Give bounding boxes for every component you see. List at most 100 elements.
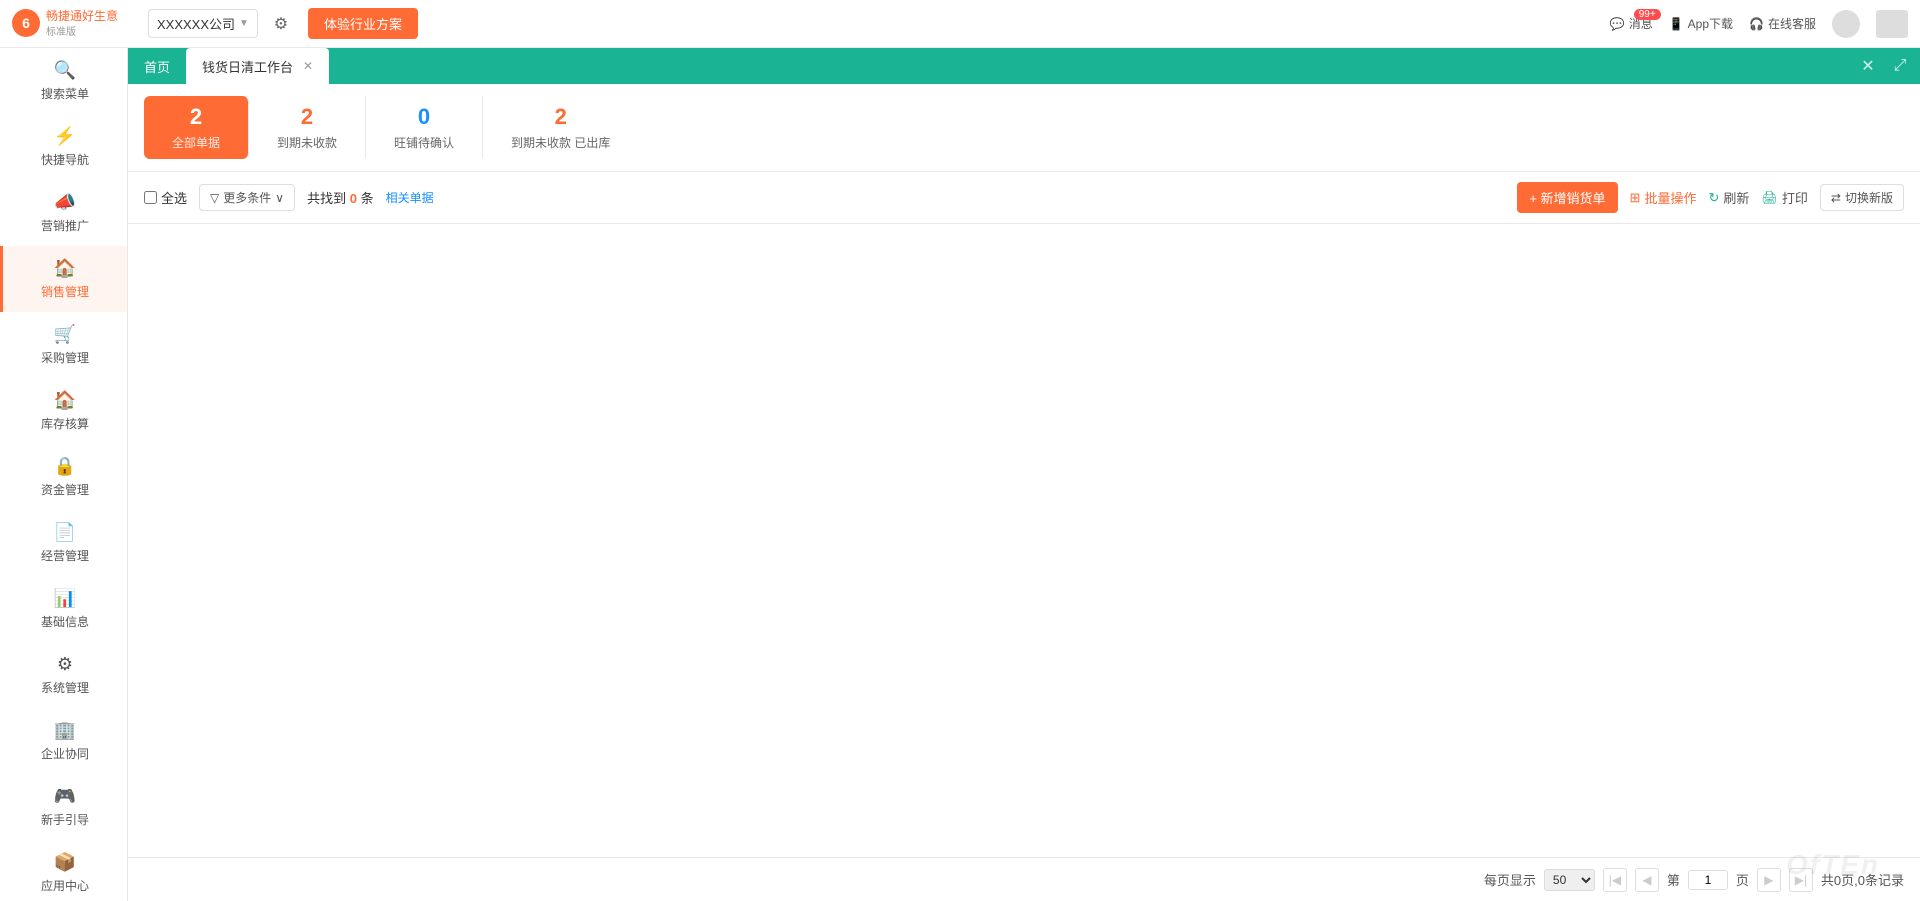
sidebar-item-enterprise[interactable]: 🏢 企业协同 bbox=[0, 708, 127, 774]
enterprise-sidebar-icon: 🏢 bbox=[54, 720, 76, 741]
select-all-label: 全选 bbox=[161, 188, 187, 207]
print-icon: 🖨 bbox=[1761, 190, 1778, 206]
service-icon: 🎧 bbox=[1749, 17, 1764, 31]
new-sales-order-button[interactable]: + 新增销货单 bbox=[1517, 182, 1617, 213]
total-records-label: 共0页,0条记录 bbox=[1821, 870, 1904, 889]
batch-operation-button[interactable]: ⊞ 批量操作 bbox=[1630, 188, 1697, 207]
system-sidebar-label: 系统管理 bbox=[41, 679, 89, 696]
sidebar-item-operation[interactable]: 📄 经营管理 bbox=[0, 510, 127, 576]
shortcut-sidebar-icon: ⚡ bbox=[54, 126, 76, 147]
top-right-actions: 💬 消息 99+ 📱 App下载 🎧 在线客服 bbox=[1610, 10, 1908, 38]
tab-close-icon[interactable]: ✕ bbox=[303, 59, 313, 73]
sidebar-item-search[interactable]: 🔍 搜索菜单 bbox=[0, 48, 127, 114]
tab-maximize-button[interactable]: ⤢ bbox=[1888, 54, 1912, 78]
next-page-button[interactable]: ▶ bbox=[1757, 868, 1781, 892]
guide-sidebar-label: 新手引导 bbox=[41, 811, 89, 828]
stat-number-pending: 0 bbox=[418, 104, 430, 130]
sidebar-item-appstore[interactable]: 📦 应用中心 bbox=[0, 840, 127, 901]
filter-button[interactable]: ▽ 更多条件 ∨ bbox=[199, 184, 295, 211]
logo-area: 6 畅捷通好生意 标准版 bbox=[12, 9, 140, 38]
trial-button[interactable]: 体验行业方案 bbox=[308, 8, 418, 39]
sidebar-item-inventory[interactable]: 🏠 库存核算 bbox=[0, 378, 127, 444]
select-all-input[interactable] bbox=[144, 191, 157, 204]
stat-card-overdue-shipped[interactable]: 2 到期未收款 已出库 bbox=[483, 96, 638, 159]
user-menu-button[interactable] bbox=[1876, 10, 1908, 38]
sidebar-item-system[interactable]: ⚙ 系统管理 bbox=[0, 642, 127, 708]
table-empty-area bbox=[128, 224, 1920, 857]
toolbar: 全选 ▽ 更多条件 ∨ 共找到 0 条 相关单据 + 新增销货单 ⊞ 批量操作 … bbox=[128, 172, 1920, 224]
refresh-label: 刷新 bbox=[1723, 188, 1749, 207]
app-download-label: App下载 bbox=[1688, 15, 1733, 32]
inventory-sidebar-icon: 🏠 bbox=[54, 390, 76, 411]
select-all-checkbox[interactable]: 全选 bbox=[144, 188, 187, 207]
tabs-bar-right: ✕ ⤢ bbox=[1856, 54, 1920, 78]
sidebar-item-finance[interactable]: 🔒 资金管理 bbox=[0, 444, 127, 510]
stat-card-overdue[interactable]: 2 到期未收款 bbox=[249, 96, 366, 159]
stat-card-all[interactable]: 2 全部单据 bbox=[144, 96, 249, 159]
basic-sidebar-label: 基础信息 bbox=[41, 613, 89, 630]
pagination-bar: 每页显示 50 20 100 |◀ ◀ 第 页 ▶ ▶| 共0页,0条记录 bbox=[128, 857, 1920, 901]
related-documents-link[interactable]: 相关单据 bbox=[386, 189, 434, 206]
company-name: XXXXXX公司 bbox=[157, 14, 235, 33]
tab-work[interactable]: 钱货日清工作台 ✕ bbox=[186, 48, 329, 84]
company-selector[interactable]: XXXXXX公司 ▼ bbox=[148, 9, 258, 38]
stat-number-all: 2 bbox=[190, 104, 202, 130]
found-count: 0 bbox=[350, 191, 357, 206]
purchase-sidebar-label: 采购管理 bbox=[41, 349, 89, 366]
guide-sidebar-icon: 🎮 bbox=[54, 786, 76, 807]
sidebar-item-purchase[interactable]: 🛒 采购管理 bbox=[0, 312, 127, 378]
message-button[interactable]: 💬 消息 99+ bbox=[1610, 15, 1653, 32]
sidebar-item-marketing[interactable]: 📣 营销推广 bbox=[0, 180, 127, 246]
finance-sidebar-icon: 🔒 bbox=[54, 456, 76, 477]
operation-sidebar-label: 经营管理 bbox=[41, 547, 89, 564]
app-name-area: 畅捷通好生意 标准版 bbox=[46, 9, 118, 38]
sidebar-item-guide[interactable]: 🎮 新手引导 bbox=[0, 774, 127, 840]
first-page-button[interactable]: |◀ bbox=[1603, 868, 1627, 892]
inventory-sidebar-label: 库存核算 bbox=[41, 415, 89, 432]
switch-label: 切换新版 bbox=[1845, 189, 1893, 206]
sidebar-item-shortcut[interactable]: ⚡ 快捷导航 bbox=[0, 114, 127, 180]
marketing-sidebar-label: 营销推广 bbox=[41, 217, 89, 234]
finance-sidebar-label: 资金管理 bbox=[41, 481, 89, 498]
stat-card-pending[interactable]: 0 旺铺待确认 bbox=[366, 96, 483, 159]
sales-sidebar-icon: 🏠 bbox=[54, 258, 76, 279]
app-name: 畅捷通好生意 bbox=[46, 9, 118, 23]
sidebar: 🔍 搜索菜单 ⚡ 快捷导航 📣 营销推广 🏠 销售管理 🛒 采购管理 🏠 库存核… bbox=[0, 48, 128, 901]
settings-button[interactable]: ⚙ bbox=[266, 9, 296, 39]
appstore-sidebar-icon: 📦 bbox=[54, 852, 76, 873]
page-prefix: 第 bbox=[1667, 870, 1680, 889]
user-avatar[interactable] bbox=[1832, 10, 1860, 38]
stat-number-overdue-shipped: 2 bbox=[555, 104, 567, 130]
switch-icon: ⇄ bbox=[1831, 191, 1841, 205]
shortcut-sidebar-label: 快捷导航 bbox=[41, 151, 89, 168]
filter-icon: ▽ bbox=[210, 191, 219, 205]
marketing-sidebar-icon: 📣 bbox=[54, 192, 76, 213]
sidebar-item-basic[interactable]: 📊 基础信息 bbox=[0, 576, 127, 642]
refresh-icon: ↻ bbox=[1708, 190, 1719, 206]
filter-label: 更多条件 bbox=[223, 189, 271, 206]
app-download-button[interactable]: 📱 App下载 bbox=[1669, 15, 1733, 32]
batch-label: 批量操作 bbox=[1644, 188, 1696, 207]
online-service-label: 在线客服 bbox=[1768, 15, 1816, 32]
sidebar-item-sales[interactable]: 🏠 销售管理 bbox=[0, 246, 127, 312]
tabs-bar: 首页 钱货日清工作台 ✕ ✕ ⤢ bbox=[128, 48, 1920, 84]
download-icon: 📱 bbox=[1669, 17, 1684, 31]
batch-icon: ⊞ bbox=[1630, 190, 1641, 206]
last-page-button[interactable]: ▶| bbox=[1789, 868, 1813, 892]
tab-home[interactable]: 首页 bbox=[128, 48, 186, 84]
tab-close-all-button[interactable]: ✕ bbox=[1856, 54, 1880, 78]
print-button[interactable]: 🖨 打印 bbox=[1761, 188, 1808, 207]
per-page-select[interactable]: 50 20 100 bbox=[1544, 869, 1595, 891]
main-content: 2 全部单据 2 到期未收款 0 旺铺待确认 2 到期未收款 已出库 全选 ▽ … bbox=[128, 84, 1920, 901]
operation-sidebar-icon: 📄 bbox=[54, 522, 76, 543]
page-number-input[interactable] bbox=[1688, 870, 1728, 890]
switch-new-version-button[interactable]: ⇄ 切换新版 bbox=[1820, 184, 1904, 211]
online-service-button[interactable]: 🎧 在线客服 bbox=[1749, 15, 1816, 32]
app-logo-icon: 6 bbox=[12, 9, 40, 37]
stat-label-pending: 旺铺待确认 bbox=[394, 134, 454, 151]
page-suffix: 页 bbox=[1736, 870, 1749, 889]
refresh-button[interactable]: ↻ 刷新 bbox=[1708, 188, 1749, 207]
app-badge: 标准版 bbox=[46, 23, 118, 38]
per-page-label: 每页显示 bbox=[1484, 870, 1536, 889]
prev-page-button[interactable]: ◀ bbox=[1635, 868, 1659, 892]
